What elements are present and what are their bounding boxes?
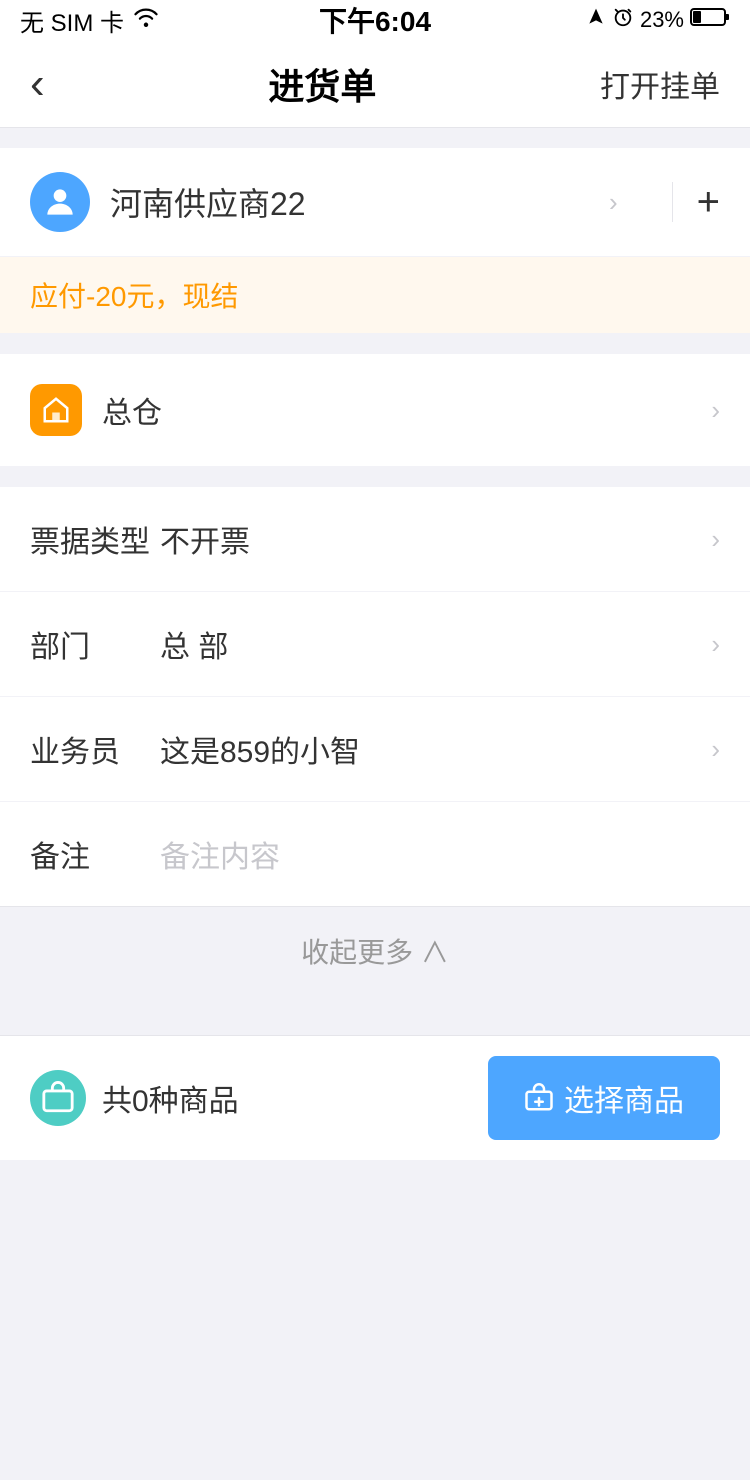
supplier-avatar xyxy=(30,172,90,232)
invoice-type-chevron-icon: › xyxy=(711,524,720,555)
gps-icon xyxy=(586,7,606,33)
open-pending-button[interactable]: 打开挂单 xyxy=(600,62,720,106)
invoice-type-row[interactable]: 票据类型 不开票 › xyxy=(0,487,750,592)
notice-banner: 应付-20元，现结 xyxy=(0,257,750,334)
remark-label: 备注 xyxy=(30,832,160,876)
alarm-icon xyxy=(612,6,634,34)
department-value: 总 部 xyxy=(160,622,711,666)
status-right: 23% xyxy=(586,6,730,34)
warehouse-chevron-icon: › xyxy=(711,395,720,426)
salesperson-value: 这是859的小智 xyxy=(160,727,711,771)
battery-label: 23% xyxy=(640,7,684,33)
battery-icon xyxy=(690,6,730,34)
salesperson-chevron-icon: › xyxy=(711,734,720,765)
remark-placeholder: 备注内容 xyxy=(160,832,720,876)
department-label: 部门 xyxy=(30,622,160,666)
add-supplier-button[interactable]: + xyxy=(697,180,720,225)
carrier-label: 无 SIM 卡 xyxy=(20,3,124,38)
salesperson-label: 业务员 xyxy=(30,727,160,771)
warehouse-section: 总仓 › xyxy=(0,354,750,467)
form-section: 票据类型 不开票 › 部门 总 部 › 业务员 这是859的小智 › 备注 备注… xyxy=(0,487,750,906)
remark-row[interactable]: 备注 备注内容 xyxy=(0,802,750,906)
back-button[interactable]: ‹ xyxy=(30,59,45,109)
section-gap-1 xyxy=(0,128,750,148)
page-title: 进货单 xyxy=(268,58,376,110)
status-time: 下午6:04 xyxy=(319,0,431,40)
section-gap-2 xyxy=(0,334,750,354)
product-icon xyxy=(30,1070,86,1126)
supplier-chevron-icon: › xyxy=(609,187,618,218)
collapse-button[interactable]: 收起更多 ∧ xyxy=(0,906,750,995)
collapse-label: 收起更多 ∧ xyxy=(301,937,449,968)
nav-bar: ‹ 进货单 打开挂单 xyxy=(0,40,750,128)
warehouse-row[interactable]: 总仓 › xyxy=(0,354,750,467)
status-left: 无 SIM 卡 xyxy=(20,3,160,38)
select-product-label: 选择商品 xyxy=(564,1076,684,1120)
supplier-section: 河南供应商22 › + 应付-20元，现结 xyxy=(0,148,750,334)
invoice-type-label: 票据类型 xyxy=(30,517,160,561)
supplier-row[interactable]: 河南供应商22 › + xyxy=(0,148,750,257)
invoice-type-value: 不开票 xyxy=(160,517,711,561)
vertical-divider xyxy=(672,182,673,222)
notice-text: 应付-20元，现结 xyxy=(30,281,238,312)
section-gap-4 xyxy=(0,995,750,1015)
department-chevron-icon: › xyxy=(711,629,720,660)
supplier-name: 河南供应商22 xyxy=(110,179,609,225)
status-bar: 无 SIM 卡 下午6:04 23% xyxy=(0,0,750,40)
product-bar: 共0种商品 选择商品 xyxy=(0,1035,750,1160)
wifi-icon xyxy=(132,6,160,34)
salesperson-row[interactable]: 业务员 这是859的小智 › xyxy=(0,697,750,802)
warehouse-name: 总仓 xyxy=(102,388,711,432)
warehouse-icon xyxy=(30,384,82,436)
section-gap-3 xyxy=(0,467,750,487)
department-row[interactable]: 部门 总 部 › xyxy=(0,592,750,697)
bottom-area xyxy=(0,1160,750,1480)
select-product-button[interactable]: 选择商品 xyxy=(488,1056,720,1140)
product-count: 共0种商品 xyxy=(102,1076,488,1120)
